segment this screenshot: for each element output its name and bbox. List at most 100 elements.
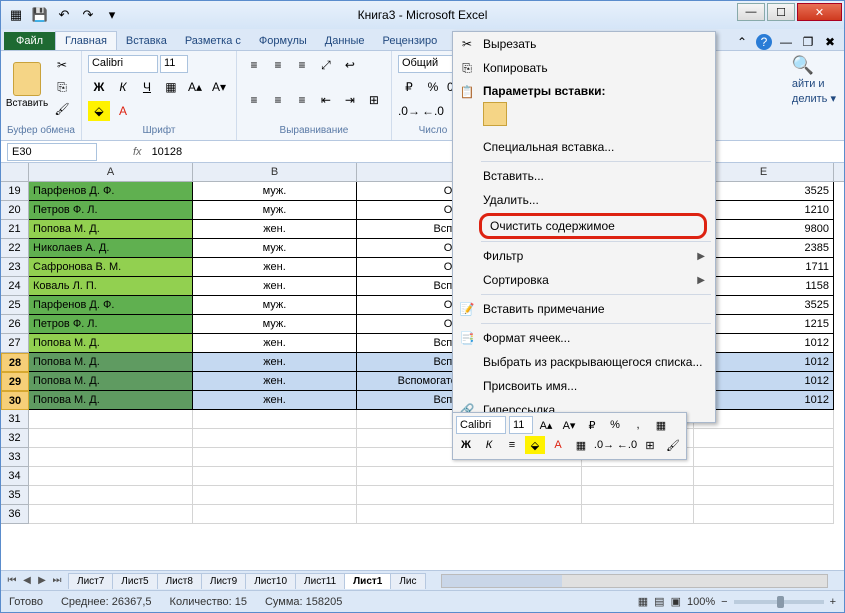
- cell[interactable]: [694, 486, 834, 505]
- align-top-icon[interactable]: ≡: [243, 55, 265, 75]
- paste-option-default[interactable]: [483, 102, 507, 126]
- name-box[interactable]: E30: [7, 143, 97, 161]
- mini-align-icon[interactable]: ≡: [502, 436, 522, 454]
- cell[interactable]: жен.: [193, 334, 357, 353]
- view-layout-icon[interactable]: ▤: [654, 595, 664, 608]
- cell[interactable]: [29, 448, 193, 467]
- cell[interactable]: [694, 467, 834, 486]
- find-select-icon[interactable]: 🔍: [792, 55, 836, 76]
- mini-percent-icon[interactable]: %: [605, 416, 625, 434]
- zoom-slider[interactable]: [734, 600, 824, 604]
- grow-font-icon[interactable]: A▴: [184, 77, 206, 97]
- row-header[interactable]: 36: [1, 505, 29, 524]
- cell[interactable]: [193, 410, 357, 429]
- ctx-format-cells[interactable]: 📑Формат ячеек...: [453, 326, 715, 350]
- cell[interactable]: [694, 429, 834, 448]
- cell[interactable]: [694, 505, 834, 524]
- row-header[interactable]: 30: [1, 391, 29, 410]
- row-header[interactable]: 34: [1, 467, 29, 486]
- table-row[interactable]: 29Попова М. Д.жен.Вспомогательный персон…: [1, 372, 844, 391]
- tab-nav-last-icon[interactable]: ⏭: [50, 575, 64, 586]
- save-icon[interactable]: 💾: [29, 4, 51, 26]
- grid[interactable]: A B C D E 19Парфенов Д. Ф.муж.Основной35…: [1, 163, 844, 570]
- table-row[interactable]: 26Петров Ф. Л.муж.Основной1215: [1, 315, 844, 334]
- tab-formulas[interactable]: Формулы: [250, 32, 316, 50]
- cell[interactable]: [193, 467, 357, 486]
- cut-icon[interactable]: ✂: [51, 55, 73, 75]
- table-row[interactable]: 34: [1, 467, 844, 486]
- zoom-out-icon[interactable]: −: [721, 596, 727, 608]
- tab-layout[interactable]: Разметка с: [176, 32, 250, 50]
- row-header[interactable]: 28: [1, 353, 29, 372]
- ctx-cut[interactable]: ✂Вырезать: [453, 32, 715, 56]
- col-header-b[interactable]: B: [193, 163, 357, 181]
- font-size-select[interactable]: 11: [160, 55, 188, 73]
- mini-cond-format-icon[interactable]: ▦: [651, 416, 671, 434]
- table-row[interactable]: 32: [1, 429, 844, 448]
- currency-icon[interactable]: ₽: [398, 77, 420, 97]
- cell[interactable]: муж.: [193, 296, 357, 315]
- sheet-tab[interactable]: Лис: [390, 573, 425, 589]
- align-bot-icon[interactable]: ≡: [291, 55, 313, 75]
- indent-inc-icon[interactable]: ⇥: [339, 90, 361, 110]
- shrink-font-icon[interactable]: A▾: [208, 77, 230, 97]
- help-icon[interactable]: ?: [756, 34, 772, 50]
- merge-icon[interactable]: ⊞: [363, 90, 385, 110]
- select-label[interactable]: делить ▾: [792, 92, 836, 105]
- orientation-icon[interactable]: ⤢: [315, 55, 337, 75]
- table-row[interactable]: 19Парфенов Д. Ф.муж.Основной3525: [1, 182, 844, 201]
- table-row[interactable]: 28Попова М. Д.жен.Вспомогатель1012: [1, 353, 844, 372]
- table-row[interactable]: 33: [1, 448, 844, 467]
- row-header[interactable]: 33: [1, 448, 29, 467]
- cell[interactable]: [357, 486, 582, 505]
- row-header[interactable]: 26: [1, 315, 29, 334]
- cell[interactable]: [357, 467, 582, 486]
- percent-icon[interactable]: %: [422, 77, 444, 97]
- table-row[interactable]: 35: [1, 486, 844, 505]
- cell[interactable]: [193, 448, 357, 467]
- excel-icon[interactable]: ▦: [5, 4, 27, 26]
- cell[interactable]: Попова М. Д.: [29, 353, 193, 372]
- fill-color-button[interactable]: ⬙: [88, 101, 110, 121]
- table-row[interactable]: 25Парфенов Д. Ф.муж.Основной3525: [1, 296, 844, 315]
- row-header[interactable]: 20: [1, 201, 29, 220]
- bold-button[interactable]: Ж: [88, 77, 110, 97]
- cell[interactable]: Попова М. Д.: [29, 372, 193, 391]
- cell[interactable]: [29, 486, 193, 505]
- cell[interactable]: [694, 448, 834, 467]
- sheet-tab[interactable]: Лист1: [344, 573, 391, 589]
- inc-decimal-icon[interactable]: .0→: [398, 101, 420, 121]
- tab-review[interactable]: Рецензиро: [374, 32, 447, 50]
- table-row[interactable]: 31: [1, 410, 844, 429]
- cell[interactable]: [193, 505, 357, 524]
- underline-button[interactable]: Ч: [136, 77, 158, 97]
- cell[interactable]: жен.: [193, 372, 357, 391]
- cell[interactable]: муж.: [193, 182, 357, 201]
- copy-icon[interactable]: ⎘: [51, 77, 73, 97]
- table-row[interactable]: 27Попова М. Д.жен.Вспомогатель1012: [1, 334, 844, 353]
- doc-close-icon[interactable]: ✖: [822, 34, 838, 50]
- cell[interactable]: [582, 486, 694, 505]
- mini-bold-icon[interactable]: Ж: [456, 436, 476, 454]
- cell[interactable]: Попова М. Д.: [29, 220, 193, 239]
- cell[interactable]: Попова М. Д.: [29, 391, 193, 410]
- align-right-icon[interactable]: ≡: [291, 90, 313, 110]
- ctx-insert-comment[interactable]: 📝Вставить примечание: [453, 297, 715, 321]
- row-header[interactable]: 21: [1, 220, 29, 239]
- view-break-icon[interactable]: ▣: [671, 595, 681, 608]
- mini-comma-icon[interactable]: ,: [628, 416, 648, 434]
- row-header[interactable]: 29: [1, 372, 29, 391]
- cell[interactable]: [29, 410, 193, 429]
- cell[interactable]: муж.: [193, 201, 357, 220]
- dec-decimal-icon[interactable]: ←.0: [422, 101, 444, 121]
- ctx-copy[interactable]: ⎘Копировать: [453, 56, 715, 80]
- cell[interactable]: Петров Ф. Л.: [29, 315, 193, 334]
- cell[interactable]: Коваль Л. П.: [29, 277, 193, 296]
- cell[interactable]: жен.: [193, 391, 357, 410]
- table-row[interactable]: 30Попова М. Д.жен.Вспомогатель1012: [1, 391, 844, 410]
- ctx-pick-dropdown[interactable]: Выбрать из раскрывающегося списка...: [453, 350, 715, 374]
- file-tab[interactable]: Файл: [4, 32, 55, 50]
- cell[interactable]: муж.: [193, 315, 357, 334]
- view-normal-icon[interactable]: ▦: [638, 595, 648, 608]
- mini-font-name[interactable]: Calibri: [456, 416, 506, 434]
